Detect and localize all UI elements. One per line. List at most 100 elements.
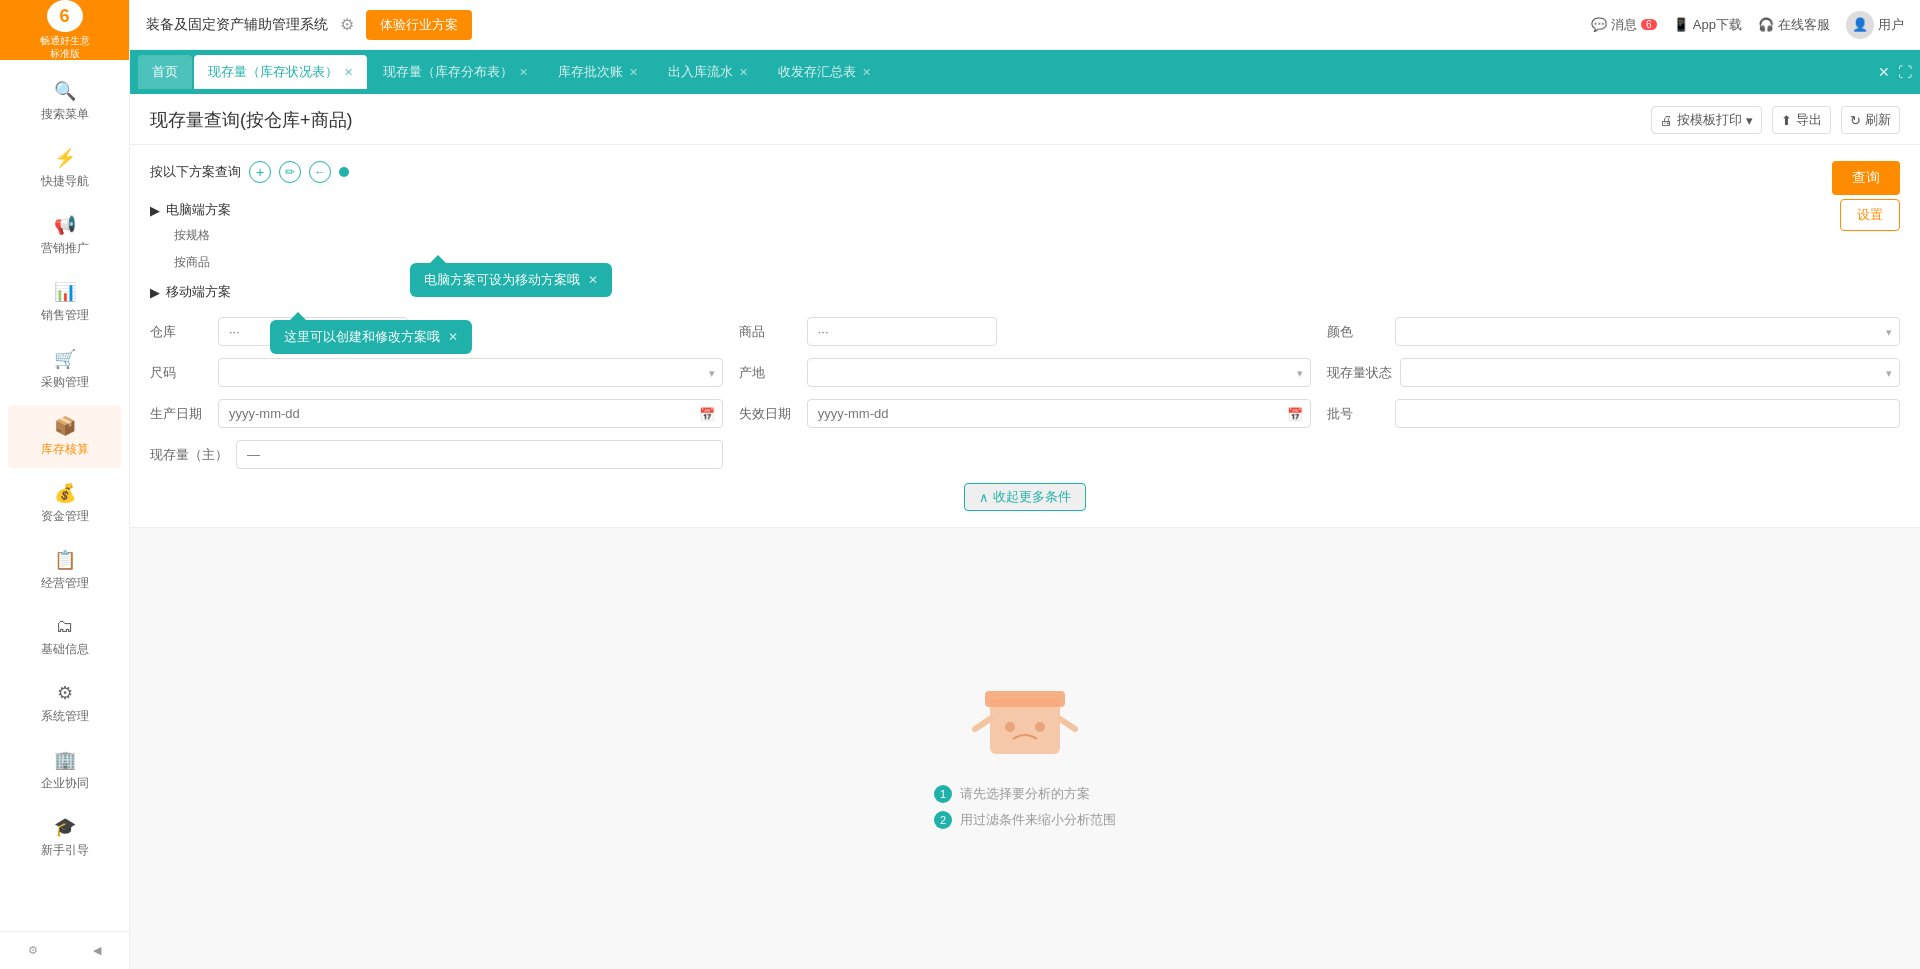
marketing-icon: 📢 bbox=[54, 214, 76, 236]
tab-home[interactable]: 首页 bbox=[138, 55, 192, 89]
batch-label: 批号 bbox=[1327, 405, 1387, 423]
expiry-date-input[interactable] bbox=[807, 399, 1312, 428]
phone-icon: 📱 bbox=[1673, 17, 1689, 32]
size-select[interactable] bbox=[218, 358, 723, 387]
tab-bar: 首页 现存量（库存状况表） ✕ 现存量（库存分布表） ✕ 库存批次账 ✕ 出入库… bbox=[130, 50, 1920, 94]
goods-select-wrap bbox=[807, 317, 1312, 346]
purchase-icon: 🛒 bbox=[54, 348, 76, 370]
page-header: 现存量查询(按仓库+商品) 🖨 按模板打印 ▾ ⬆ 导出 ↻ 刷新 bbox=[130, 94, 1920, 145]
sidebar-item-finance[interactable]: 💰 资金管理 bbox=[8, 472, 121, 535]
sidebar-item-system[interactable]: ⚙ 系统管理 bbox=[8, 672, 121, 735]
expiry-date-label: 失效日期 bbox=[739, 405, 799, 423]
sidebar-item-sales[interactable]: 📊 销售管理 bbox=[8, 271, 121, 334]
scheme-tooltip-2: 这里可以创建和修改方案哦 ✕ bbox=[270, 320, 472, 354]
sidebar-item-quick[interactable]: ⚡ 快捷导航 bbox=[8, 137, 121, 200]
svg-point-3 bbox=[1035, 722, 1045, 732]
filter-row-2: 尺码 ▾ 产地 ▾ 现存量状态 bbox=[150, 358, 1900, 387]
stock-status-select[interactable] bbox=[1400, 358, 1900, 387]
tab-close-inventory-status[interactable]: ✕ bbox=[344, 66, 353, 79]
sidebar-nav: 🔍 搜索菜单 ⚡ 快捷导航 📢 营销推广 📊 销售管理 🛒 采购管理 📦 库存核… bbox=[0, 60, 129, 931]
app-download-btn[interactable]: 📱 App下载 bbox=[1673, 16, 1742, 34]
filter-area: 按以下方案查询 + ✏ ← ▶ 电脑端方案 按规格 按商品 bbox=[130, 145, 1920, 528]
scheme-tooltip-1: 电脑方案可设为移动方案哦 ✕ bbox=[410, 263, 612, 297]
tip-num-1: 1 bbox=[934, 785, 952, 803]
edit-scheme-btn[interactable]: ✏ bbox=[279, 161, 301, 183]
online-service-btn[interactable]: 🎧 在线客服 bbox=[1758, 16, 1830, 34]
tab-expand-icon[interactable]: ⛶ bbox=[1898, 64, 1912, 80]
page-actions: 🖨 按模板打印 ▾ ⬆ 导出 ↻ 刷新 bbox=[1651, 106, 1900, 134]
tip-num-2: 2 bbox=[934, 811, 952, 829]
operation-icon: 📋 bbox=[54, 549, 76, 571]
sidebar-item-basic[interactable]: 🗂 基础信息 bbox=[8, 606, 121, 668]
collapse-btn[interactable]: ∧ 收起更多条件 bbox=[964, 483, 1086, 511]
setting-btn[interactable]: 设置 bbox=[1840, 199, 1900, 231]
size-select-wrap: ▾ bbox=[218, 358, 723, 387]
trial-btn[interactable]: 体验行业方案 bbox=[366, 10, 472, 40]
scheme-item-by-spec[interactable]: 按规格 bbox=[166, 223, 1900, 248]
sidebar-item-enterprise[interactable]: 🏢 企业协同 bbox=[8, 739, 121, 802]
color-label: 颜色 bbox=[1327, 323, 1387, 341]
tab-inout-flow[interactable]: 出入库流水 ✕ bbox=[654, 55, 762, 89]
goods-input[interactable] bbox=[807, 317, 997, 346]
dropdown-icon: ▾ bbox=[1746, 113, 1753, 128]
tooltip2-close-btn[interactable]: ✕ bbox=[448, 330, 458, 344]
filter-field-stock-main: 现存量（主） bbox=[150, 440, 723, 469]
origin-select[interactable] bbox=[807, 358, 1312, 387]
back-scheme-btn[interactable]: ← bbox=[309, 161, 331, 183]
guide-icon: 🎓 bbox=[54, 816, 76, 838]
pc-scheme-title[interactable]: ▶ 电脑端方案 bbox=[150, 197, 1900, 223]
search-btn[interactable]: 查询 bbox=[1832, 161, 1900, 195]
message-icon: 💬 bbox=[1591, 17, 1607, 32]
svg-line-4 bbox=[975, 719, 990, 729]
logo-text: 畅通好生意 标准版 bbox=[40, 34, 90, 60]
sidebar-settings-btn[interactable]: ⚙ bbox=[28, 944, 38, 957]
user-profile-btn[interactable]: 👤 用户 bbox=[1846, 11, 1904, 39]
search-icon: 🔍 bbox=[54, 80, 76, 102]
sidebar-collapse-btn[interactable]: ◀ bbox=[93, 944, 101, 957]
tooltip1-close-btn[interactable]: ✕ bbox=[588, 273, 598, 287]
pc-scheme-arrow: ▶ bbox=[150, 203, 160, 218]
system-icon: ⚙ bbox=[57, 682, 73, 704]
batch-input[interactable] bbox=[1395, 399, 1900, 428]
export-btn[interactable]: ⬆ 导出 bbox=[1772, 106, 1831, 134]
stock-status-select-wrap: ▾ bbox=[1400, 358, 1900, 387]
avatar: 👤 bbox=[1846, 11, 1874, 39]
tab-inventory-status[interactable]: 现存量（库存状况表） ✕ bbox=[194, 55, 367, 89]
print-icon: 🖨 bbox=[1660, 113, 1673, 128]
tab-receipt-summary[interactable]: 收发存汇总表 ✕ bbox=[764, 55, 885, 89]
tab-close-batch-account[interactable]: ✕ bbox=[629, 66, 638, 79]
stock-main-input[interactable] bbox=[236, 440, 723, 469]
header-actions: 💬 消息 6 📱 App下载 🎧 在线客服 👤 用户 bbox=[1591, 11, 1904, 39]
empty-tips: 1 请先选择要分析的方案 2 用过滤条件来缩小分析范围 bbox=[934, 785, 1116, 829]
page-title: 现存量查询(按仓库+商品) bbox=[150, 108, 353, 132]
add-scheme-btn[interactable]: + bbox=[249, 161, 271, 183]
filter-field-production-date: 生产日期 📅 bbox=[150, 399, 723, 428]
inventory-icon: 📦 bbox=[54, 415, 76, 437]
filter-field-size: 尺码 ▾ bbox=[150, 358, 723, 387]
refresh-btn[interactable]: ↻ 刷新 bbox=[1841, 106, 1900, 134]
refresh-icon: ↻ bbox=[1850, 113, 1861, 128]
tab-close-inventory-dist[interactable]: ✕ bbox=[519, 66, 528, 79]
mobile-scheme-arrow: ▶ bbox=[150, 285, 160, 300]
sidebar-item-guide[interactable]: 🎓 新手引导 bbox=[8, 806, 121, 869]
tab-inventory-dist[interactable]: 现存量（库存分布表） ✕ bbox=[369, 55, 542, 89]
color-select[interactable] bbox=[1395, 317, 1900, 346]
production-date-input[interactable] bbox=[218, 399, 723, 428]
tab-close-inout-flow[interactable]: ✕ bbox=[739, 66, 748, 79]
print-btn[interactable]: 🖨 按模板打印 ▾ bbox=[1651, 106, 1762, 134]
sidebar-item-operation[interactable]: 📋 经营管理 bbox=[8, 539, 121, 602]
header-gear-icon[interactable]: ⚙ bbox=[340, 15, 354, 34]
sidebar-item-inventory[interactable]: 📦 库存核算 bbox=[8, 405, 121, 468]
tab-batch-account[interactable]: 库存批次账 ✕ bbox=[544, 55, 652, 89]
svg-point-2 bbox=[1005, 722, 1015, 732]
sidebar-item-marketing[interactable]: 📢 营销推广 bbox=[8, 204, 121, 267]
sidebar-item-purchase[interactable]: 🛒 采购管理 bbox=[8, 338, 121, 401]
messages-btn[interactable]: 💬 消息 6 bbox=[1591, 16, 1657, 34]
tab-close-receipt-summary[interactable]: ✕ bbox=[862, 66, 871, 79]
page-content: 现存量查询(按仓库+商品) 🖨 按模板打印 ▾ ⬆ 导出 ↻ 刷新 bbox=[130, 94, 1920, 969]
sidebar-item-search[interactable]: 🔍 搜索菜单 bbox=[8, 70, 121, 133]
filter-field-origin: 产地 ▾ bbox=[739, 358, 1312, 387]
tab-close-all-icon[interactable]: ✕ bbox=[1878, 64, 1890, 80]
warehouse-label: 仓库 bbox=[150, 323, 210, 341]
filter-label-row: 按以下方案查询 + ✏ ← bbox=[150, 161, 1900, 183]
